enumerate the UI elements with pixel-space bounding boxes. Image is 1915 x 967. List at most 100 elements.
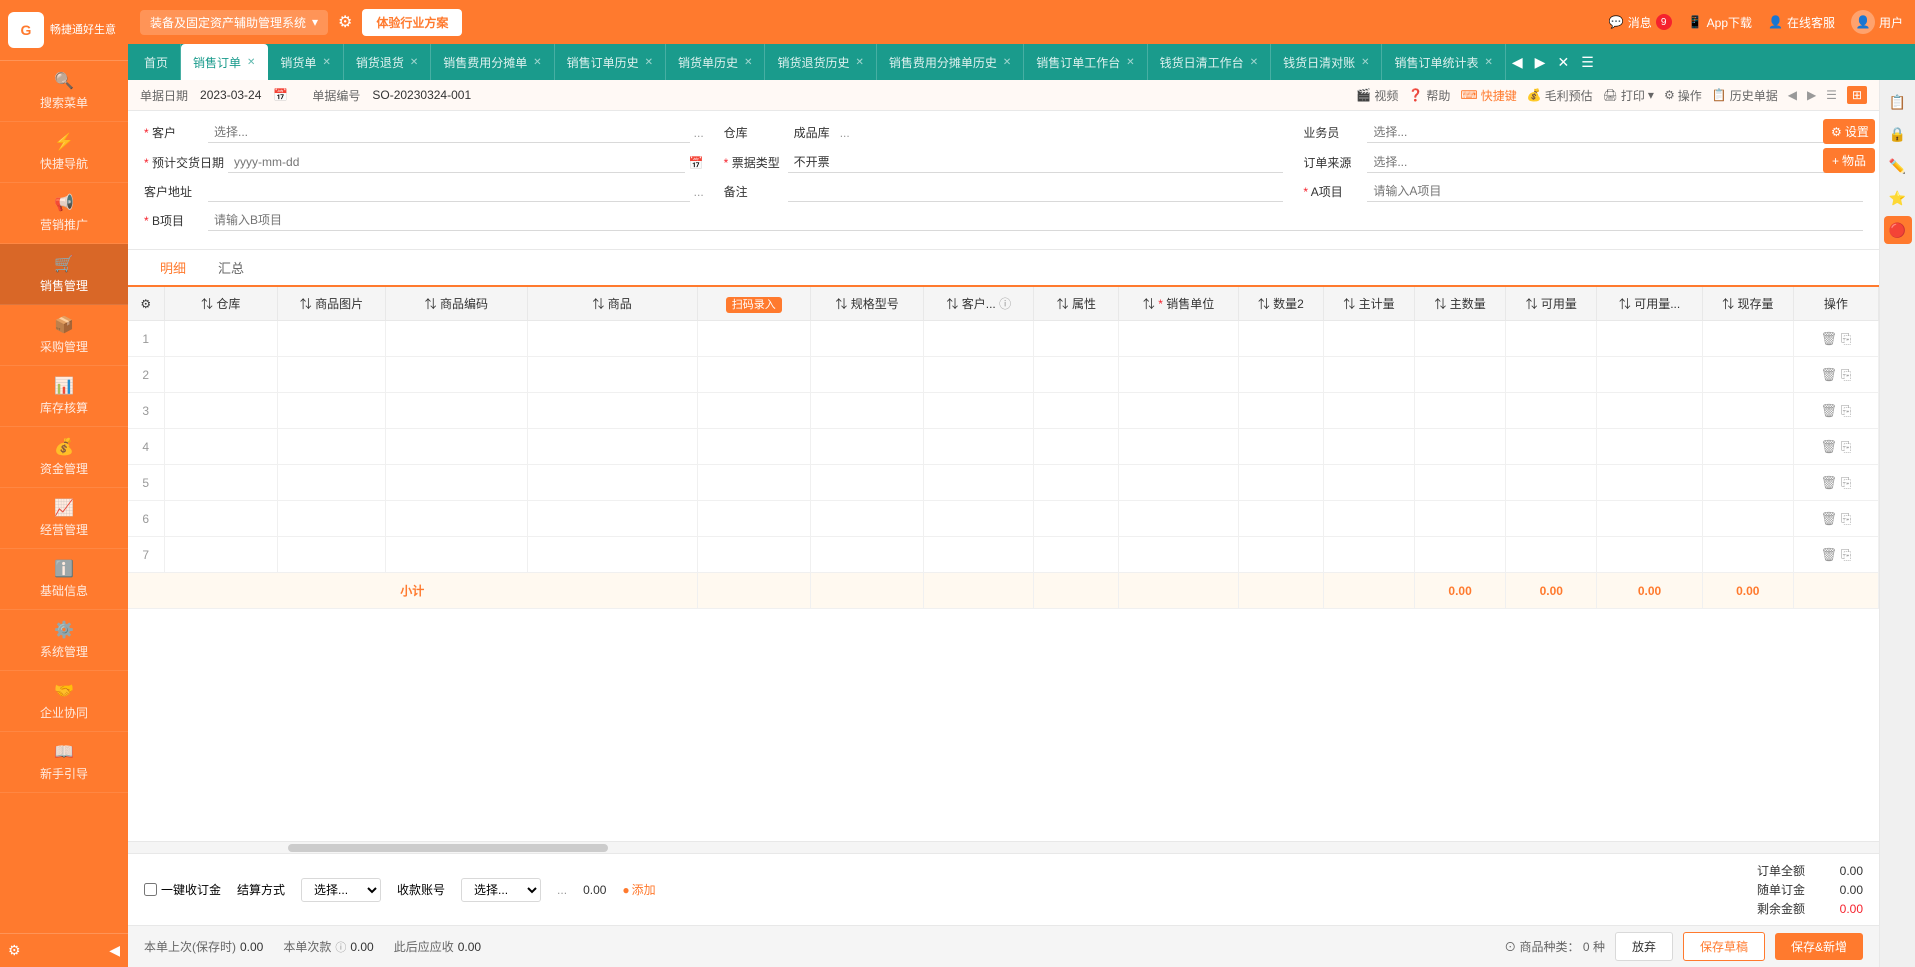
close-icon[interactable]: ✕	[533, 57, 541, 68]
row-qty2[interactable]	[1238, 429, 1323, 465]
row-warehouse[interactable]	[164, 429, 277, 465]
sidebar-item-purchase[interactable]: 📦 采购管理	[0, 305, 128, 366]
tab-fee-history[interactable]: 销售费用分摊单历史 ✕	[877, 44, 1024, 80]
row-code[interactable]	[385, 429, 527, 465]
tab-sales-order[interactable]: 销售订单 ✕	[181, 44, 268, 80]
tab-daily-clear[interactable]: 钱货日清工作台 ✕	[1148, 44, 1271, 80]
fake-scrollbar[interactable]	[288, 844, 608, 852]
row-customer-code[interactable]	[924, 357, 1034, 393]
row-warehouse[interactable]	[164, 501, 277, 537]
row-main-unit[interactable]	[1323, 465, 1414, 501]
th-warehouse[interactable]: ⇅ 仓库	[164, 287, 277, 321]
row-copy-button[interactable]: ⎘	[1841, 475, 1851, 491]
calendar-icon[interactable]: 📅	[689, 156, 704, 170]
close-icon[interactable]: ✕	[645, 57, 653, 68]
sidebar-item-marketing[interactable]: 📢 营销推广	[0, 183, 128, 244]
one-click-checkbox[interactable]	[144, 883, 157, 896]
th-settings[interactable]: ⚙	[128, 287, 164, 321]
row-product[interactable]	[527, 429, 697, 465]
th-product[interactable]: ⇅ 商品	[527, 287, 697, 321]
row-copy-button[interactable]: ⎘	[1841, 331, 1851, 347]
profit-button[interactable]: 💰 毛利预估	[1527, 87, 1593, 104]
row-customer-code[interactable]	[924, 321, 1034, 357]
row-warehouse[interactable]	[164, 357, 277, 393]
tab-sales-return[interactable]: 销货退货 ✕	[344, 44, 431, 80]
tab-sales-fee[interactable]: 销售费用分摊单 ✕	[431, 44, 554, 80]
right-panel-edit-icon[interactable]: ✏️	[1884, 152, 1912, 180]
row-warehouse[interactable]	[164, 537, 277, 573]
row-main-unit[interactable]	[1323, 321, 1414, 357]
row-unit[interactable]	[1119, 465, 1239, 501]
settings-button[interactable]: ⚙	[338, 12, 352, 32]
payment-method-select[interactable]: 选择...	[301, 878, 381, 902]
sidebar-item-quick-nav[interactable]: ⚡ 快捷导航	[0, 122, 128, 183]
row-copy-button[interactable]: ⎘	[1841, 511, 1851, 527]
row-attr[interactable]	[1034, 537, 1119, 573]
tab-sales-order-history[interactable]: 销售订单历史 ✕	[555, 44, 666, 80]
row-attr[interactable]	[1034, 357, 1119, 393]
row-delete-button[interactable]: 🗑	[1820, 475, 1837, 491]
row-main-unit[interactable]	[1323, 429, 1414, 465]
th-attr[interactable]: ⇅ 属性	[1034, 287, 1119, 321]
row-delete-button[interactable]: 🗑	[1820, 367, 1837, 383]
row-spec[interactable]	[810, 429, 923, 465]
row-main-qty[interactable]	[1415, 321, 1506, 357]
th-code[interactable]: ⇅ 商品编码	[385, 287, 527, 321]
row-main-qty[interactable]	[1415, 465, 1506, 501]
th-main-unit[interactable]: ⇅ 主计量	[1323, 287, 1414, 321]
row-code[interactable]	[385, 465, 527, 501]
tab-close-all-button[interactable]: ✕	[1551, 50, 1575, 75]
row-attr[interactable]	[1034, 321, 1119, 357]
tab-menu-button[interactable]: ☰	[1575, 50, 1600, 75]
th-customer-code[interactable]: ⇅ 客户... ⓘ	[924, 287, 1034, 321]
row-attr[interactable]	[1034, 501, 1119, 537]
row-main-qty[interactable]	[1415, 501, 1506, 537]
close-icon[interactable]: ✕	[855, 57, 863, 68]
row-main-unit[interactable]	[1323, 357, 1414, 393]
print-button[interactable]: 🖨 打印 ▾	[1603, 87, 1654, 104]
row-main-unit[interactable]	[1323, 537, 1414, 573]
address-input[interactable]	[208, 181, 690, 202]
row-main-qty[interactable]	[1415, 357, 1506, 393]
row-product[interactable]	[527, 501, 697, 537]
row-unit[interactable]	[1119, 537, 1239, 573]
nav-next-icon[interactable]: ▶	[1807, 88, 1816, 102]
order-source-input[interactable]	[1367, 152, 1849, 173]
sidebar-item-operations[interactable]: 📈 经营管理	[0, 488, 128, 549]
row-code[interactable]	[385, 501, 527, 537]
shortcut-button[interactable]: ⌨ 快捷键	[1460, 87, 1516, 104]
row-code[interactable]	[385, 393, 527, 429]
warehouse-more-button[interactable]: ...	[840, 126, 850, 140]
tab-home[interactable]: 首页	[132, 44, 181, 80]
account-more-button[interactable]: ...	[557, 883, 567, 897]
invoice-select[interactable]: 不开票	[788, 152, 1284, 173]
address-more-button[interactable]: ...	[694, 185, 704, 199]
row-spec[interactable]	[810, 357, 923, 393]
row-product[interactable]	[527, 537, 697, 573]
sidebar-settings-icon[interactable]: ⚙	[8, 942, 21, 959]
right-panel-alert-icon[interactable]: 🔴	[1884, 216, 1912, 244]
settings-action-button[interactable]: ⚙ 设置	[1823, 119, 1875, 144]
row-warehouse[interactable]	[164, 321, 277, 357]
row-delete-button[interactable]: 🗑	[1820, 331, 1837, 347]
a-project-input[interactable]	[1367, 181, 1863, 202]
sidebar-collapse-icon[interactable]: ◀	[109, 942, 120, 959]
row-spec[interactable]	[810, 465, 923, 501]
th-unit[interactable]: ⇅ * 销售单位	[1119, 287, 1239, 321]
row-customer-code[interactable]	[924, 501, 1034, 537]
one-click-checkbox-label[interactable]: 一键收订金	[144, 881, 221, 898]
row-unit[interactable]	[1119, 501, 1239, 537]
list-view-icon[interactable]: ☰	[1826, 88, 1837, 102]
th-img[interactable]: ⇅ 商品图片	[277, 287, 385, 321]
row-main-qty[interactable]	[1415, 429, 1506, 465]
row-customer-code[interactable]	[924, 393, 1034, 429]
sidebar-item-finance[interactable]: 💰 资金管理	[0, 427, 128, 488]
row-qty2[interactable]	[1238, 501, 1323, 537]
tab-summary[interactable]: 汇总	[202, 250, 260, 285]
row-warehouse[interactable]	[164, 393, 277, 429]
save-draft-button[interactable]: 保存草稿	[1683, 932, 1765, 961]
industry-button[interactable]: 体验行业方案	[362, 9, 462, 36]
customer-more-button[interactable]: ...	[694, 126, 704, 140]
row-spec[interactable]	[810, 321, 923, 357]
row-unit[interactable]	[1119, 357, 1239, 393]
